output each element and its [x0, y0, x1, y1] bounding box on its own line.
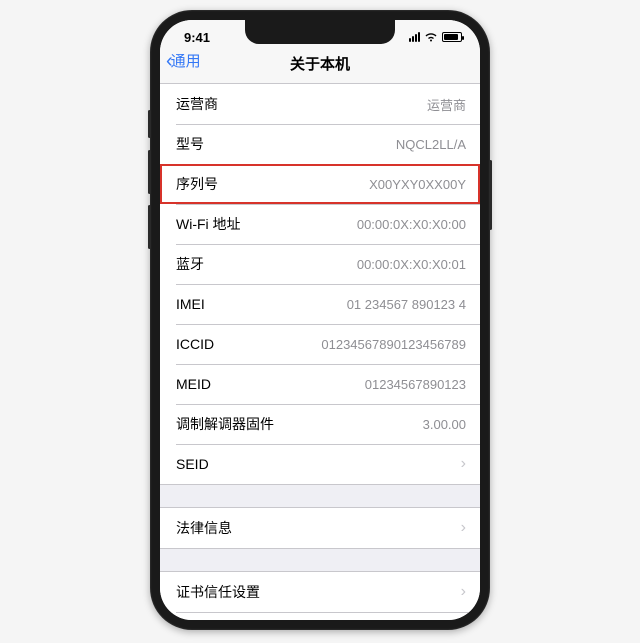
volume-up-button: [148, 150, 151, 194]
chevron-right-icon: ›: [461, 519, 466, 537]
section-spacer: [160, 484, 480, 508]
row-7[interactable]: MEID 01234567890123: [160, 364, 480, 404]
row-label: 运营商: [176, 94, 218, 114]
row-label: Wi-Fi 地址: [176, 214, 241, 234]
row-9[interactable]: SEID ›: [160, 444, 480, 484]
back-label: 通用: [171, 50, 201, 71]
row-label: 法律信息: [176, 518, 232, 538]
nav-bar: ‹ 通用 关于本机: [160, 48, 480, 84]
back-button[interactable]: ‹ 通用: [166, 50, 201, 71]
page-title: 关于本机: [290, 53, 350, 74]
row-value: NQCL2LL/A: [396, 137, 466, 152]
row-value: 01 234567 890123 4: [347, 297, 466, 312]
row-value: 01234567890123: [365, 377, 466, 392]
cellular-signal-icon: [409, 32, 420, 42]
volume-down-button: [148, 205, 151, 249]
power-button: [489, 160, 492, 230]
row-value: X00YXY0XX00Y: [369, 177, 466, 192]
row-value: 00:00:0X:X0:X0:00: [357, 217, 466, 232]
row-6[interactable]: ICCID 0123456789012345678​9: [160, 324, 480, 364]
chevron-right-icon: ›: [461, 583, 466, 601]
row-label: IMEI: [176, 296, 205, 312]
screen: 9:41 ‹ 通用 关于本机 运营商运营商型号NQCL2LL/A序列号X00YX…: [160, 20, 480, 620]
row-8[interactable]: 调制解调器固件 3.00.00: [160, 404, 480, 444]
row-label: 型号: [176, 134, 204, 154]
wifi-icon: [424, 30, 438, 45]
row-label: 序列号: [176, 174, 218, 194]
row-label: SEID: [176, 456, 209, 472]
battery-icon: [442, 32, 462, 42]
row-0[interactable]: 运营商 运营商: [160, 84, 480, 124]
row-label: ICCID: [176, 336, 214, 352]
row-label: 调制解调器固件: [176, 414, 274, 434]
settings-list[interactable]: 运营商 运营商型号 NQCL2LL/A 序列号 X00YXY0XX00Y Wi-Fi 地址…: [160, 84, 480, 620]
row-value: 3.00.00: [423, 417, 466, 432]
row-legal[interactable]: 法律信息 ›: [160, 508, 480, 548]
row-value: 运营商: [427, 95, 466, 114]
section-spacer: [160, 548, 480, 572]
row-label: MEID: [176, 376, 211, 392]
row-3[interactable]: Wi-Fi 地址 00:00:0X:X0:X0:00: [160, 204, 480, 244]
row-value: 0123456789012345678​9: [321, 337, 466, 352]
row-1[interactable]: 型号 NQCL2LL/A: [160, 124, 480, 164]
row-label: 证书信任设置: [176, 582, 260, 602]
chevron-right-icon: ›: [461, 455, 466, 473]
mute-switch: [148, 110, 151, 138]
phone-frame: 9:41 ‹ 通用 关于本机 运营商运营商型号NQCL2LL/A序列号X00YX…: [150, 10, 490, 630]
row-4[interactable]: 蓝牙 00:00:0X:X0:X0:01: [160, 244, 480, 284]
row-5[interactable]: IMEI 01 234567 890123 4: [160, 284, 480, 324]
row-label: 蓝牙: [176, 254, 204, 274]
row-2[interactable]: 序列号 X00YXY0XX00Y: [160, 164, 480, 204]
row-cert-trust[interactable]: 证书信任设置 ›: [160, 572, 480, 612]
notch: [245, 20, 395, 44]
row-value: 00:00:0X:X0:X0:01: [357, 257, 466, 272]
